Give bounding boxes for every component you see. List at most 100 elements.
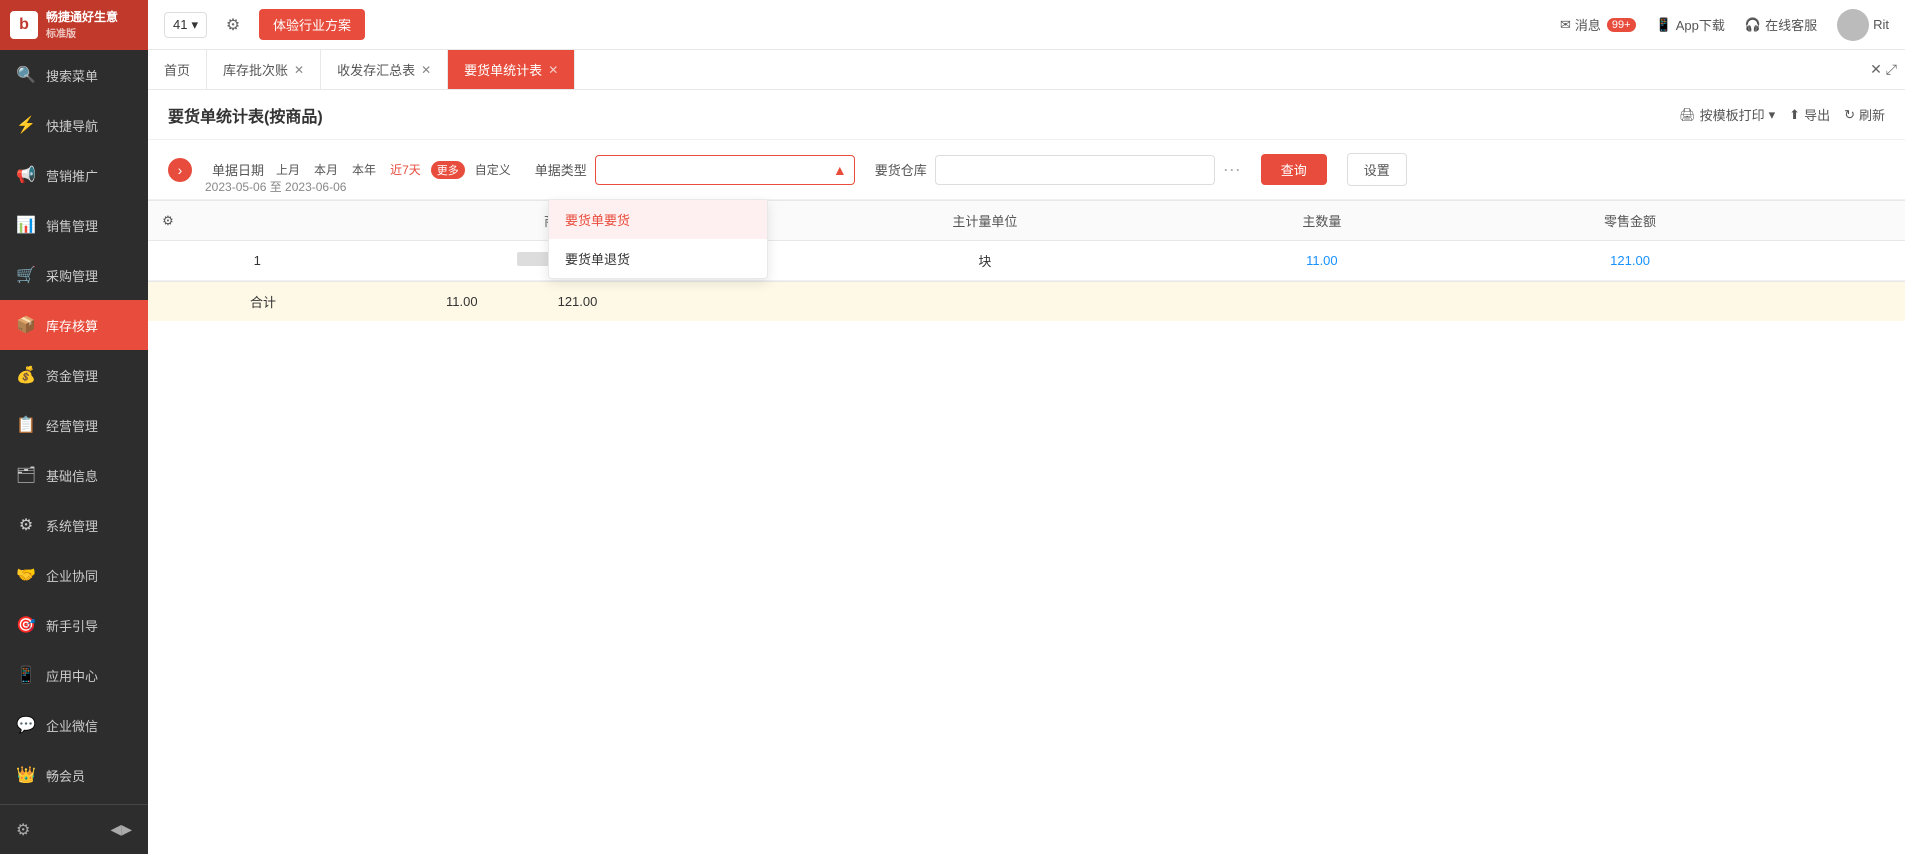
header-settings-btn[interactable]: ⚙	[219, 11, 247, 39]
sidebar-toggle-icon[interactable]: ◀▶	[110, 821, 132, 838]
data-table-container: ⚙ 商品 主计量单位 主数量 零售金额 1	[148, 200, 1905, 281]
tab-close-requisition-stat[interactable]: ✕	[548, 63, 558, 77]
download-icon: 📱	[1656, 17, 1672, 33]
print-template-btn[interactable]: 🖨 按模板打印 ▾	[1679, 105, 1775, 124]
filter-expand-btn[interactable]: ›	[168, 158, 192, 182]
sidebar-item-app-center[interactable]: 📱 应用中心	[0, 650, 148, 700]
warehouse-filter-group: 要货仓库 ···	[875, 155, 1241, 185]
more-filters-icon[interactable]: ···	[1223, 159, 1241, 180]
handshake-icon: 🤝	[16, 565, 36, 585]
tab-recv-summary[interactable]: 收发存汇总表 ✕	[321, 50, 448, 89]
sidebar-item-search[interactable]: 🔍 搜索菜单	[0, 50, 148, 100]
sidebar-bottom: ⚙ ◀▶	[0, 804, 148, 854]
cell-unit: 块	[788, 241, 1183, 281]
type-select-input[interactable]	[595, 155, 855, 185]
sidebar-item-label: 搜索菜单	[46, 66, 98, 85]
header-right: ✉ 消息 99+ 📱 App下载 🎧 在线客服 Rit	[1560, 9, 1889, 41]
type-filter-group: 单据类型 ▲	[535, 155, 855, 185]
sidebar-item-member[interactable]: 👑 畅会员	[0, 750, 148, 800]
sidebar-item-inventory[interactable]: 📦 库存核算	[0, 300, 148, 350]
col-header-settings[interactable]: ⚙	[148, 201, 188, 241]
sidebar-item-purchase[interactable]: 🛒 采购管理	[0, 250, 148, 300]
last-month-btn[interactable]: 上月	[272, 159, 304, 180]
bell-icon: ✉	[1560, 17, 1571, 33]
sidebar-item-finance[interactable]: 💰 资金管理	[0, 350, 148, 400]
date-filter-group: 单据日期 上月 本月 本年 近7天 更多 自定义	[212, 159, 515, 180]
sidebar-item-label: 库存核算	[46, 316, 98, 335]
messages-label: 消息	[1575, 15, 1601, 34]
custom-btn[interactable]: 自定义	[471, 159, 515, 180]
settings-button[interactable]: 设置	[1347, 153, 1407, 186]
footer-qty: 11.00	[446, 294, 478, 309]
cell-quantity[interactable]: 11.00	[1182, 241, 1461, 281]
online-service-action[interactable]: 🎧 在线客服	[1745, 15, 1817, 34]
sidebar-settings-icon[interactable]: ⚙	[16, 820, 30, 840]
date-filter-label: 单据日期	[212, 160, 264, 179]
tab-close-inventory-batch[interactable]: ✕	[294, 63, 304, 77]
money-icon: 💰	[16, 365, 36, 385]
tab-close-recv-summary[interactable]: ✕	[421, 63, 431, 77]
sidebar-item-operation[interactable]: 📋 经营管理	[0, 400, 148, 450]
online-service-label: 在线客服	[1765, 15, 1817, 34]
app-download-action[interactable]: 📱 App下载	[1656, 15, 1725, 34]
trial-button[interactable]: 体验行业方案	[259, 9, 365, 40]
app-name: 畅捷通好生意	[46, 10, 118, 26]
cart-icon: 🛒	[16, 265, 36, 285]
crown-icon: 👑	[16, 765, 36, 785]
data-table: ⚙ 商品 主计量单位 主数量 零售金额 1	[148, 200, 1905, 281]
sidebar-item-marketing[interactable]: 📢 营销推广	[0, 150, 148, 200]
query-button[interactable]: 查询	[1261, 154, 1327, 185]
tab-recv-summary-label: 收发存汇总表	[337, 60, 415, 79]
warehouse-input[interactable]	[935, 155, 1215, 185]
sidebar-item-enterprise[interactable]: 🤝 企业协同	[0, 550, 148, 600]
headset-icon: 🎧	[1745, 17, 1761, 33]
export-label: 导出	[1804, 105, 1830, 124]
sidebar-item-sales[interactable]: 📊 销售管理	[0, 200, 148, 250]
megaphone-icon: 📢	[16, 165, 36, 185]
target-icon: 🎯	[16, 615, 36, 635]
export-btn[interactable]: ⬆ 导出	[1789, 105, 1830, 124]
tab-inventory-batch[interactable]: 库存批次账 ✕	[207, 50, 321, 89]
header-left: 41 ▾ ⚙ 体验行业方案	[164, 9, 365, 40]
user-profile[interactable]: Rit	[1837, 9, 1889, 41]
page-inner: 要货单统计表(按商品) 🖨 按模板打印 ▾ ⬆ 导出 ↻ 刷新	[148, 90, 1905, 854]
sidebar-item-newbie[interactable]: 🎯 新手引导	[0, 600, 148, 650]
col-header-amount: 零售金额	[1462, 201, 1799, 241]
page-title-bar: 要货单统计表(按商品) 🖨 按模板打印 ▾ ⬆ 导出 ↻ 刷新	[148, 90, 1905, 140]
tab-expand-icon[interactable]: ⤢	[1886, 61, 1897, 78]
this-year-btn[interactable]: 本年	[348, 159, 380, 180]
app-version: 标准版	[46, 25, 118, 40]
dropdown-item-requisition[interactable]: 要货单要货	[549, 200, 767, 239]
sidebar-item-basic[interactable]: 🗂 基础信息	[0, 450, 148, 500]
tab-close-all-icon[interactable]: ✕	[1870, 61, 1882, 78]
breadcrumb-selector[interactable]: 41 ▾	[164, 12, 207, 38]
this-month-btn[interactable]: 本月	[310, 159, 342, 180]
tab-inventory-batch-label: 库存批次账	[223, 60, 288, 79]
refresh-btn[interactable]: ↻ 刷新	[1844, 105, 1885, 124]
dropdown-item-return[interactable]: 要货单退货	[549, 239, 767, 278]
type-dropdown: 要货单要货 要货单退货	[548, 199, 768, 279]
tab-home-label: 首页	[164, 60, 190, 79]
tab-requisition-stat-label: 要货单统计表	[464, 60, 542, 79]
sidebar-item-label: 企业微信	[46, 716, 98, 735]
page-content: 要货单统计表(按商品) 🖨 按模板打印 ▾ ⬆ 导出 ↻ 刷新	[148, 90, 1905, 854]
tab-requisition-stat[interactable]: 要货单统计表 ✕	[448, 50, 575, 89]
sidebar-item-shortcut[interactable]: ⚡ 快捷导航	[0, 100, 148, 150]
sidebar-item-wechat[interactable]: 💬 企业微信	[0, 700, 148, 750]
col-header-unit: 主计量单位	[788, 201, 1183, 241]
quantity-link[interactable]: 11.00	[1306, 253, 1338, 268]
cell-amount[interactable]: 121.00	[1462, 241, 1799, 281]
messages-action[interactable]: ✉ 消息 99+	[1560, 15, 1636, 34]
sidebar-item-label: 基础信息	[46, 466, 98, 485]
sidebar-item-system[interactable]: ⚙ 系统管理	[0, 500, 148, 550]
sidebar-item-label: 系统管理	[46, 516, 98, 535]
last-7days-btn[interactable]: 近7天	[386, 159, 425, 180]
app-download-label: App下载	[1676, 15, 1725, 34]
more-dates-badge[interactable]: 更多	[431, 161, 465, 179]
folder-icon: 🗂	[16, 465, 36, 485]
amount-link[interactable]: 121.00	[1610, 253, 1650, 268]
refresh-label: 刷新	[1859, 105, 1885, 124]
chat-icon: 💬	[16, 715, 36, 735]
tab-home[interactable]: 首页	[148, 50, 207, 89]
sidebar-item-label: 销售管理	[46, 216, 98, 235]
